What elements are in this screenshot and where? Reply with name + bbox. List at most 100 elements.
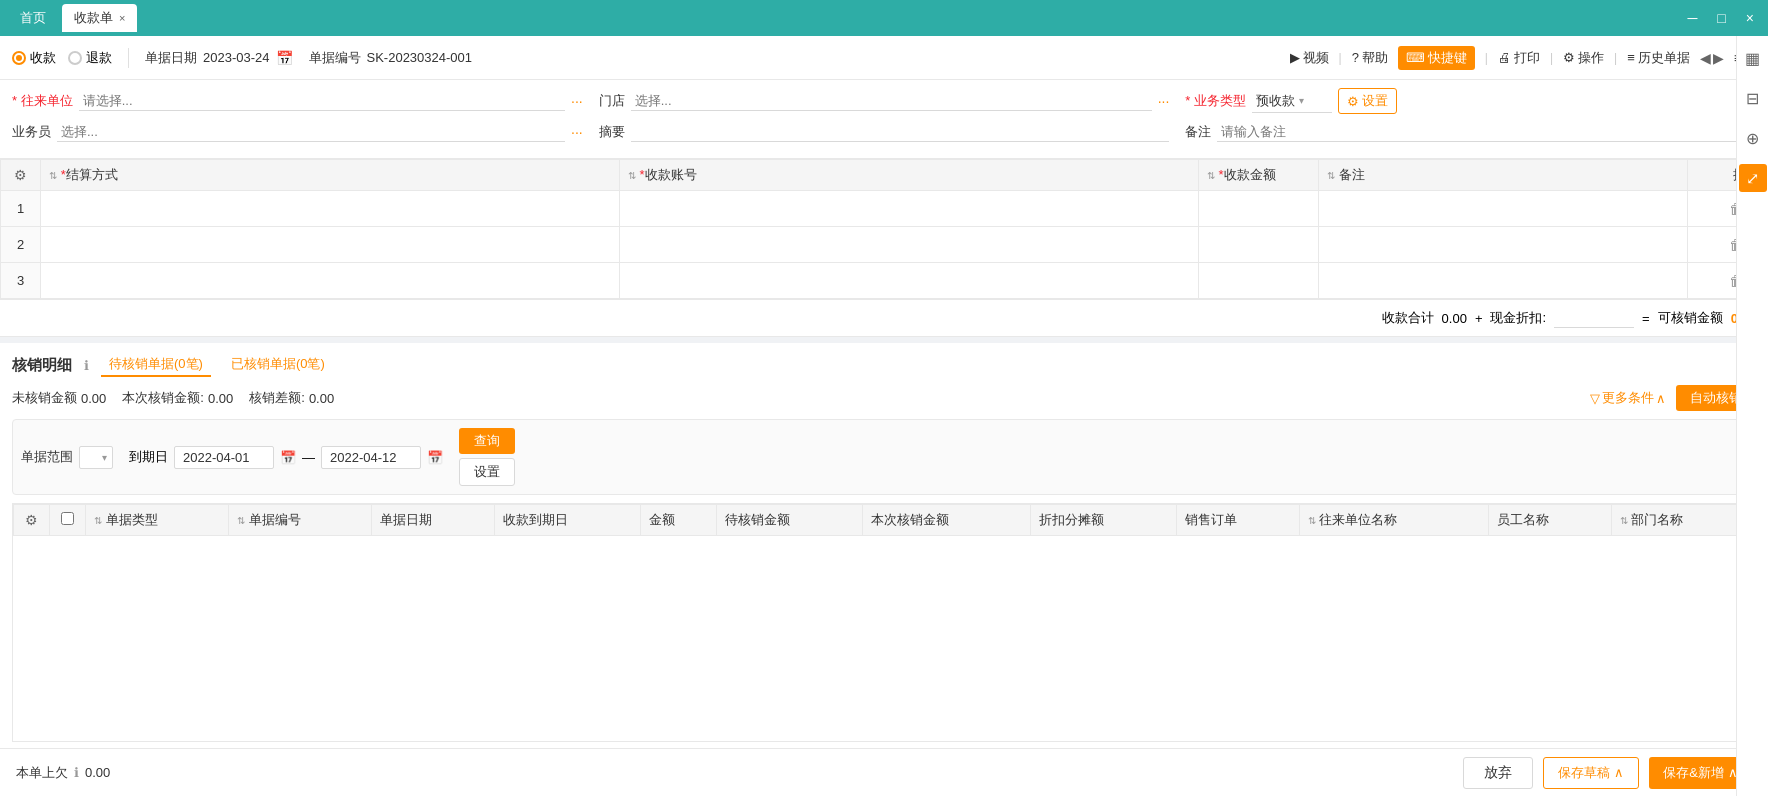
draft-arrow-icon: ∧: [1614, 765, 1624, 780]
abandon-btn[interactable]: 放弃: [1463, 757, 1533, 789]
sidebar-print-icon[interactable]: ⊟: [1739, 84, 1767, 112]
form-row-2: 业务员 ··· 摘要 备注: [12, 122, 1756, 142]
due-date-field: 到期日 📅 — 📅: [129, 446, 443, 469]
print-icon: 🖨: [1498, 50, 1511, 65]
tab-bar: 首页 收款单 × ─ □ ×: [0, 0, 1768, 36]
th-partner-name: ⇅ 往来单位名称: [1299, 505, 1488, 536]
partner-input[interactable]: [79, 91, 565, 111]
table-row: 1 🗑 ⧉: [1, 191, 1768, 227]
radio-tuikuan-circle: [68, 51, 82, 65]
equals-sign: =: [1642, 311, 1650, 326]
num-label: 单据编号: [309, 49, 361, 67]
table-gear-icon[interactable]: ⚙: [14, 167, 27, 183]
sidebar-table-icon[interactable]: ▦: [1739, 44, 1767, 72]
entry-label: 本单上欠: [16, 764, 68, 782]
total-value: 0.00: [1442, 311, 1467, 326]
bottom-gear-icon[interactable]: ⚙: [25, 512, 38, 528]
date-label: 单据日期: [145, 49, 197, 67]
staff-more-btn[interactable]: ···: [571, 124, 583, 140]
staff-label: 业务员: [12, 123, 51, 141]
gear-icon: ⚙: [1347, 94, 1359, 109]
next-arrow[interactable]: ▶: [1713, 50, 1724, 66]
radio-shoukuan[interactable]: 收款: [12, 49, 56, 67]
entry-info-icon[interactable]: ℹ: [74, 765, 79, 780]
due-label: 到期日: [129, 448, 168, 466]
search-btn-group: 查询 设置: [459, 428, 515, 486]
query-btn[interactable]: 查询: [459, 428, 515, 454]
staff-input[interactable]: [57, 122, 565, 142]
hx-tab-pending[interactable]: 待核销单据(0笔): [101, 353, 211, 377]
store-more-btn[interactable]: ···: [1158, 93, 1170, 109]
prev-arrow[interactable]: ◀: [1700, 50, 1711, 66]
summary-field: 摘要: [599, 122, 1170, 142]
total-label: 收款合计: [1382, 309, 1434, 327]
biz-type-select[interactable]: 预收款 ▾: [1252, 90, 1332, 113]
note-input[interactable]: [1217, 122, 1756, 142]
divider-1: [128, 48, 129, 68]
minimize-btn[interactable]: ─: [1681, 8, 1703, 28]
footer-left: 本单上欠 ℹ 0.00: [16, 764, 110, 782]
help-icon: ?: [1352, 50, 1359, 65]
help-link[interactable]: ? 帮助: [1352, 49, 1388, 67]
hx-title: 核销明细: [12, 356, 72, 375]
save-draft-btn[interactable]: 保存草稿 ∧: [1543, 757, 1639, 789]
right-sidebar: ▦ ⊟ ⊕ ⤢: [1736, 36, 1768, 796]
sidebar-expand-icon[interactable]: ⤢: [1739, 164, 1767, 192]
chevron-up-icon: ∧: [1656, 391, 1666, 406]
partner-more-btn[interactable]: ···: [571, 93, 583, 109]
staff-field: 业务员 ···: [12, 122, 583, 142]
th-note: ⇅ 备注: [1318, 160, 1687, 191]
summary-input[interactable]: [631, 122, 1170, 142]
discount-input[interactable]: [1554, 308, 1634, 328]
range-select-wrapper: [79, 446, 113, 469]
toolbar-right: ▶ 视频 | ? 帮助 ⌨ 快捷键 | 🖨 打印 | ⚙ 操作 |: [1290, 46, 1757, 70]
more-conditions-link[interactable]: ▽ 更多条件 ∧: [1590, 389, 1666, 407]
cal-icon-2[interactable]: 📅: [427, 450, 443, 465]
close-btn[interactable]: ×: [1740, 8, 1760, 28]
range-label: 单据范围: [21, 448, 73, 466]
th-account: ⇅ *收款账号: [619, 160, 1198, 191]
date-field: 单据日期 2023-03-24 📅: [145, 49, 293, 67]
bottom-table-container[interactable]: ⚙ ⇅ 单据类型 ⇅ 单据编号 单据日期: [12, 503, 1756, 742]
tab-receipt[interactable]: 收款单 ×: [62, 4, 137, 32]
date-from-input[interactable]: [174, 446, 274, 469]
shortcut-btn[interactable]: ⌨ 快捷键: [1398, 46, 1475, 70]
video-link[interactable]: ▶ 视频: [1290, 49, 1329, 67]
num-field: 单据编号 SK-20230324-001: [309, 49, 473, 67]
maximize-btn[interactable]: □: [1711, 8, 1731, 28]
history-link[interactable]: ≡ 历史单据: [1627, 49, 1690, 67]
current-stat: 本次核销金额: 0.00: [122, 389, 233, 407]
date-to-input[interactable]: [321, 446, 421, 469]
date-range-sep: —: [302, 450, 315, 465]
radio-shoukuan-circle: [12, 51, 26, 65]
cal-icon-1[interactable]: 📅: [280, 450, 296, 465]
window-controls: ─ □ ×: [1681, 8, 1760, 28]
biz-type-arrow: ▾: [1299, 95, 1304, 106]
partner-label: * 往来单位: [12, 92, 73, 110]
receipt-table: ⚙ ⇅ *结算方式 ⇅ *收款账号 ⇅ *收款金额 ⇅: [0, 159, 1768, 299]
date-calendar-icon[interactable]: 📅: [276, 50, 293, 66]
biz-settings-btn[interactable]: ⚙ 设置: [1338, 88, 1397, 114]
th-settle-method: ⇅ *结算方式: [41, 160, 620, 191]
hx-tab-done[interactable]: 已核销单据(0笔): [223, 353, 333, 377]
ops-icon: ⚙: [1563, 50, 1575, 65]
unchecked-stat: 未核销金额 0.00: [12, 389, 106, 407]
store-input[interactable]: [631, 91, 1152, 111]
th-doc-type: ⇅ 单据类型: [86, 505, 229, 536]
table-row: 3 🗑 ⧉: [1, 263, 1768, 299]
ops-link[interactable]: ⚙ 操作: [1563, 49, 1604, 67]
tab-close-icon[interactable]: ×: [119, 12, 125, 24]
table-row: 2 🗑 ⧉: [1, 227, 1768, 263]
bottom-table: ⚙ ⇅ 单据类型 ⇅ 单据编号 单据日期: [13, 504, 1755, 536]
note-field: 备注: [1185, 122, 1756, 142]
hx-settings-btn[interactable]: 设置: [459, 458, 515, 486]
print-link[interactable]: 🖨 打印: [1498, 49, 1540, 67]
hx-info-icon[interactable]: ℹ: [84, 358, 89, 373]
select-all-checkbox[interactable]: [61, 512, 74, 525]
radio-tuikuan[interactable]: 退款: [68, 49, 112, 67]
tab-home[interactable]: 首页: [8, 4, 58, 32]
plus-sign: +: [1475, 311, 1483, 326]
sidebar-attach-icon[interactable]: ⊕: [1739, 124, 1767, 152]
form-area: * 往来单位 ··· 门店 ··· * 业务类型 预收款 ▾ ⚙ 设置: [0, 80, 1768, 159]
range-select[interactable]: [79, 446, 113, 469]
